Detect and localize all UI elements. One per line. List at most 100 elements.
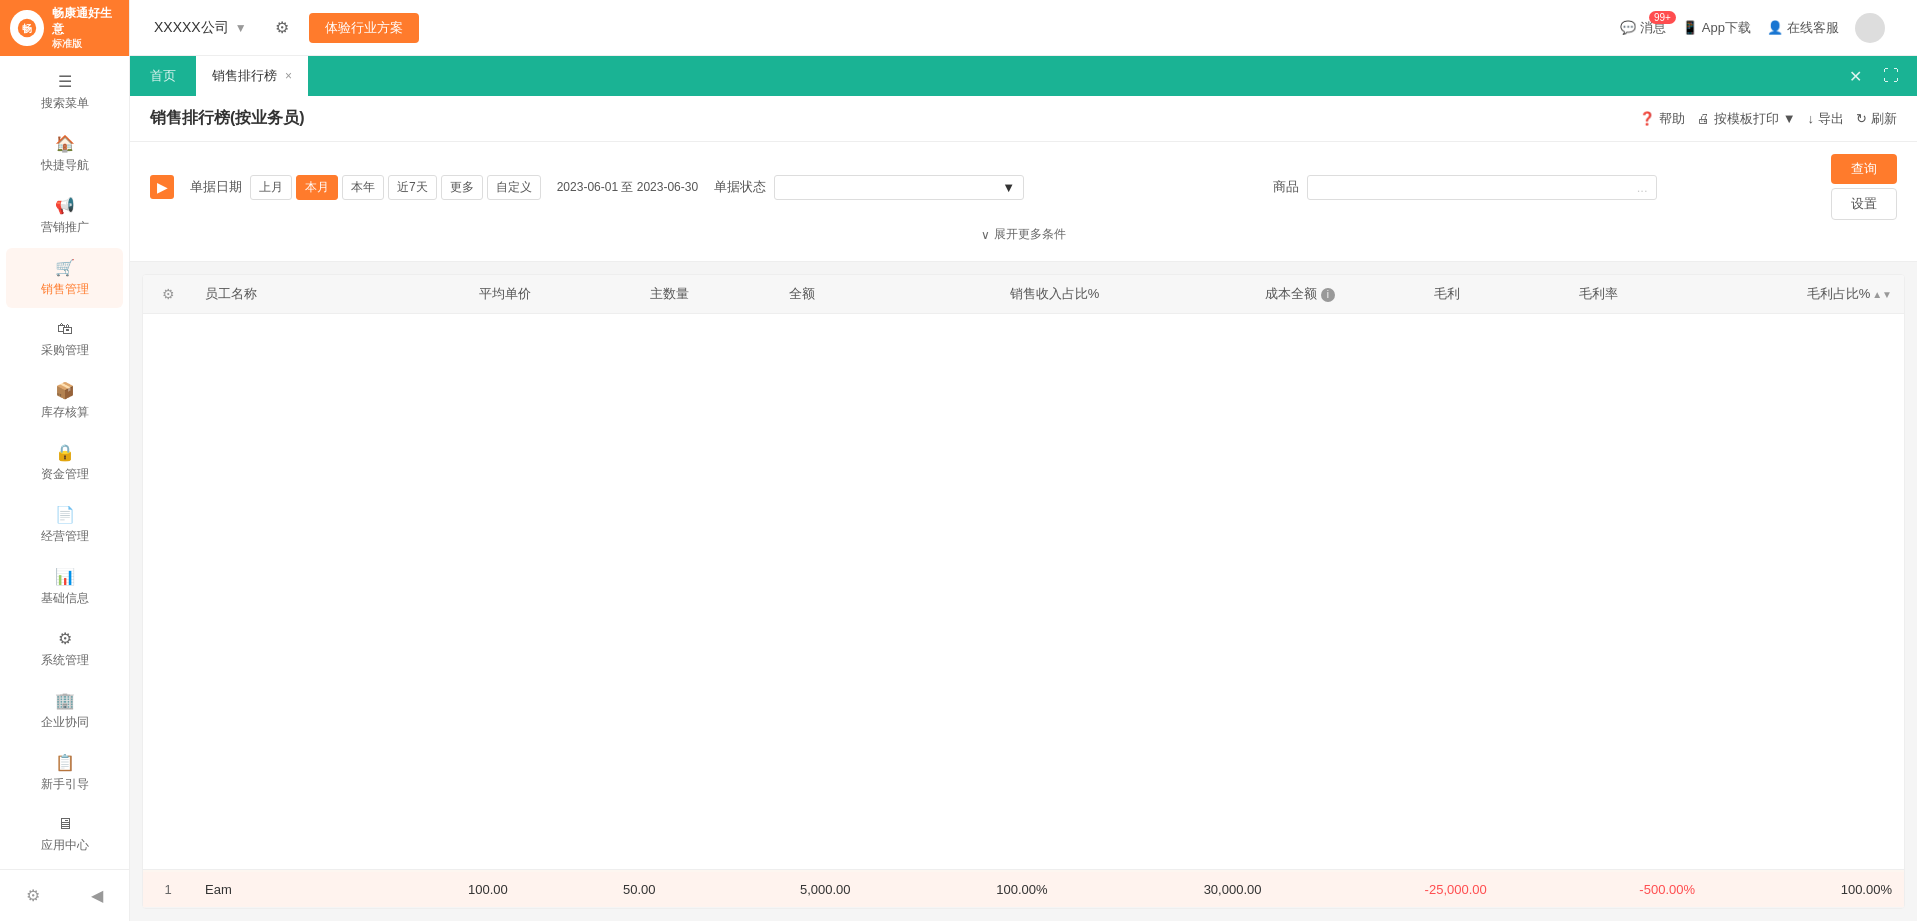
date-filter-label: 单据日期 <box>190 178 242 196</box>
template-print-button[interactable]: 🖨 按模板打印 ▼ <box>1697 110 1796 128</box>
sidebar-item-basic-info[interactable]: 📊 基础信息 <box>6 557 123 617</box>
page-title: 销售排行榜(按业务员) <box>150 108 305 129</box>
date-btn-this-year[interactable]: 本年 <box>342 175 384 200</box>
tab-home[interactable]: 首页 <box>130 56 196 96</box>
col-cost: 成本全额i <box>1111 275 1347 314</box>
message-icon: 💬 <box>1620 20 1636 35</box>
table-header: ⚙ 员工名称 平均单价 主数量 全额 销售收入占比% 成本全额i 毛利 毛利率 … <box>143 275 1904 314</box>
date-btn-7days[interactable]: 近7天 <box>388 175 437 200</box>
tabbar-expand-button[interactable]: ⛶ <box>1877 62 1905 90</box>
tab-close-icon[interactable]: × <box>285 69 292 83</box>
sidebar-item-finance[interactable]: 🔒 资金管理 <box>6 433 123 493</box>
col-settings[interactable]: ⚙ <box>143 275 193 314</box>
svg-text:畅: 畅 <box>22 23 32 34</box>
print-chevron-icon: ▼ <box>1783 111 1796 126</box>
status-select-chevron: ▼ <box>1002 180 1015 195</box>
tabbar: 首页 销售排行榜 × ✕ ⛶ <box>130 56 1917 96</box>
app-download-label: App下载 <box>1702 19 1751 37</box>
message-badge: 99+ <box>1649 11 1676 24</box>
status-filter: 单据状态 ▼ <box>714 175 1256 200</box>
col-sales-pct: 销售收入占比% <box>827 275 1112 314</box>
sidebar-item-purchase[interactable]: 🛍 采购管理 <box>6 310 123 369</box>
search-order-icon: ☰ <box>58 72 72 91</box>
query-button[interactable]: 查询 <box>1831 154 1897 184</box>
goods-more-icon: ... <box>1637 180 1648 195</box>
sidebar-item-operations[interactable]: 📄 经营管理 <box>6 495 123 555</box>
goods-filter-label: 商品 <box>1273 178 1299 196</box>
sidebar-item-enterprise[interactable]: 🏢 企业协同 <box>6 681 123 741</box>
help-button[interactable]: ❓ 帮助 <box>1639 110 1685 128</box>
tab-sales-ranking[interactable]: 销售排行榜 × <box>196 56 308 96</box>
sidebar-item-inventory[interactable]: 📦 库存核算 <box>6 371 123 431</box>
guide-icon: 📋 <box>55 753 75 772</box>
refresh-button[interactable]: ↻ 刷新 <box>1856 110 1897 128</box>
purchase-icon: 🛍 <box>57 320 73 338</box>
sidebar-collapse-icon[interactable]: ◀ <box>85 880 109 911</box>
download-icon: 📱 <box>1682 20 1698 35</box>
date-btn-custom[interactable]: 自定义 <box>487 175 541 200</box>
export-button[interactable]: ↓ 导出 <box>1808 110 1845 128</box>
cost-info-icon[interactable]: i <box>1321 288 1335 302</box>
logo-text: 畅康通好生意 标准版 <box>52 6 119 50</box>
online-service-action[interactable]: 👤 在线客服 <box>1767 19 1839 37</box>
filter-row-main: ▶ 单据日期 上月 本月 本年 近7天 更多 自定义 2023-06-01 至 … <box>150 154 1897 220</box>
tab-sales-ranking-label: 销售排行榜 <box>212 67 277 85</box>
avatar[interactable] <box>1855 13 1885 43</box>
message-action[interactable]: 💬 消息 99+ <box>1620 19 1666 37</box>
date-btn-last-month[interactable]: 上月 <box>250 175 292 200</box>
sidebar-item-app-center[interactable]: 🖥 应用中心 <box>6 805 123 864</box>
filter-action-buttons: 查询 设置 <box>1831 154 1897 220</box>
sidebar-nav: ☰ 搜索菜单 🏠 快捷导航 📢 营销推广 🛒 销售管理 🛍 采购管理 📦 库存核… <box>0 56 129 869</box>
col-amount: 全额 <box>701 275 826 314</box>
table-area: ⚙ 员工名称 平均单价 主数量 全额 销售收入占比% 成本全额i 毛利 毛利率 … <box>130 262 1917 921</box>
expand-row: ∨ 展开更多条件 <box>150 220 1897 249</box>
col-gross-rate: 毛利率 <box>1472 275 1630 314</box>
chevron-down-icon: ∨ <box>981 228 990 242</box>
goods-select[interactable]: ... <box>1307 175 1657 200</box>
col-avg-price: 平均单价 <box>353 275 543 314</box>
status-select[interactable]: ▼ <box>774 175 1024 200</box>
topbar: XXXXX公司 ▼ ⚙ 体验行业方案 💬 消息 99+ 📱 App下载 👤 在线… <box>130 0 1917 56</box>
app-center-icon: 🖥 <box>57 815 73 833</box>
sort-icon[interactable]: ▲▼ <box>1872 289 1892 300</box>
table-container: ⚙ 员工名称 平均单价 主数量 全额 销售收入占比% 成本全额i 毛利 毛利率 … <box>142 274 1905 909</box>
sidebar-item-guide[interactable]: 📋 新手引导 <box>6 743 123 803</box>
logo-icon: 畅 <box>10 10 44 46</box>
date-btn-this-month[interactable]: 本月 <box>296 175 338 200</box>
finance-icon: 🔒 <box>55 443 75 462</box>
topbar-right: 💬 消息 99+ 📱 App下载 👤 在线客服 <box>1620 13 1901 43</box>
chevron-down-icon: ▼ <box>235 21 247 35</box>
expand-conditions-button[interactable]: ∨ 展开更多条件 <box>981 226 1066 243</box>
app-download-action[interactable]: 📱 App下载 <box>1682 19 1751 37</box>
company-name: XXXXX公司 <box>154 19 229 37</box>
tabbar-close-button[interactable]: ✕ <box>1841 62 1869 90</box>
page-actions: ❓ 帮助 🖨 按模板打印 ▼ ↓ 导出 ↻ 刷新 <box>1639 110 1897 128</box>
col-gross: 毛利 <box>1347 275 1472 314</box>
col-gross-pct: 毛利占比%▲▼ <box>1630 275 1904 314</box>
inventory-icon: 📦 <box>55 381 75 400</box>
table-scroll[interactable]: 1 Eam 100.00 50.00 5,000.00 100.00% 30,0… <box>143 314 1904 869</box>
sidebar-bottom: ⚙ ◀ <box>0 869 129 921</box>
sales-icon: 🛒 <box>55 258 75 277</box>
print-icon: 🖨 <box>1697 111 1710 126</box>
sidebar-item-sales[interactable]: 🛒 销售管理 <box>6 248 123 308</box>
service-icon: 👤 <box>1767 20 1783 35</box>
date-btn-more[interactable]: 更多 <box>441 175 483 200</box>
trial-button[interactable]: 体验行业方案 <box>309 13 419 43</box>
sidebar-settings-icon[interactable]: ⚙ <box>20 880 46 911</box>
sidebar-item-quick-nav[interactable]: 🏠 快捷导航 <box>6 124 123 184</box>
sidebar-item-marketing[interactable]: 📢 营销推广 <box>6 186 123 246</box>
filter-collapse-button[interactable]: ▶ <box>150 175 174 199</box>
help-icon: ❓ <box>1639 111 1655 126</box>
page-content: 销售排行榜(按业务员) ❓ 帮助 🖨 按模板打印 ▼ ↓ 导出 ↻ 刷新 <box>130 96 1917 921</box>
basic-info-icon: 📊 <box>55 567 75 586</box>
settings-button[interactable]: 设置 <box>1831 188 1897 220</box>
company-selector[interactable]: XXXXX公司 ▼ <box>146 15 255 41</box>
topbar-gear-button[interactable]: ⚙ <box>267 13 297 43</box>
tabbar-actions: ✕ ⛶ <box>1841 62 1917 90</box>
sidebar-item-search-order[interactable]: ☰ 搜索菜单 <box>6 62 123 122</box>
export-icon: ↓ <box>1808 111 1815 126</box>
goods-filter: 商品 ... <box>1273 175 1815 200</box>
marketing-icon: 📢 <box>55 196 75 215</box>
sidebar-item-system[interactable]: ⚙ 系统管理 <box>6 619 123 679</box>
